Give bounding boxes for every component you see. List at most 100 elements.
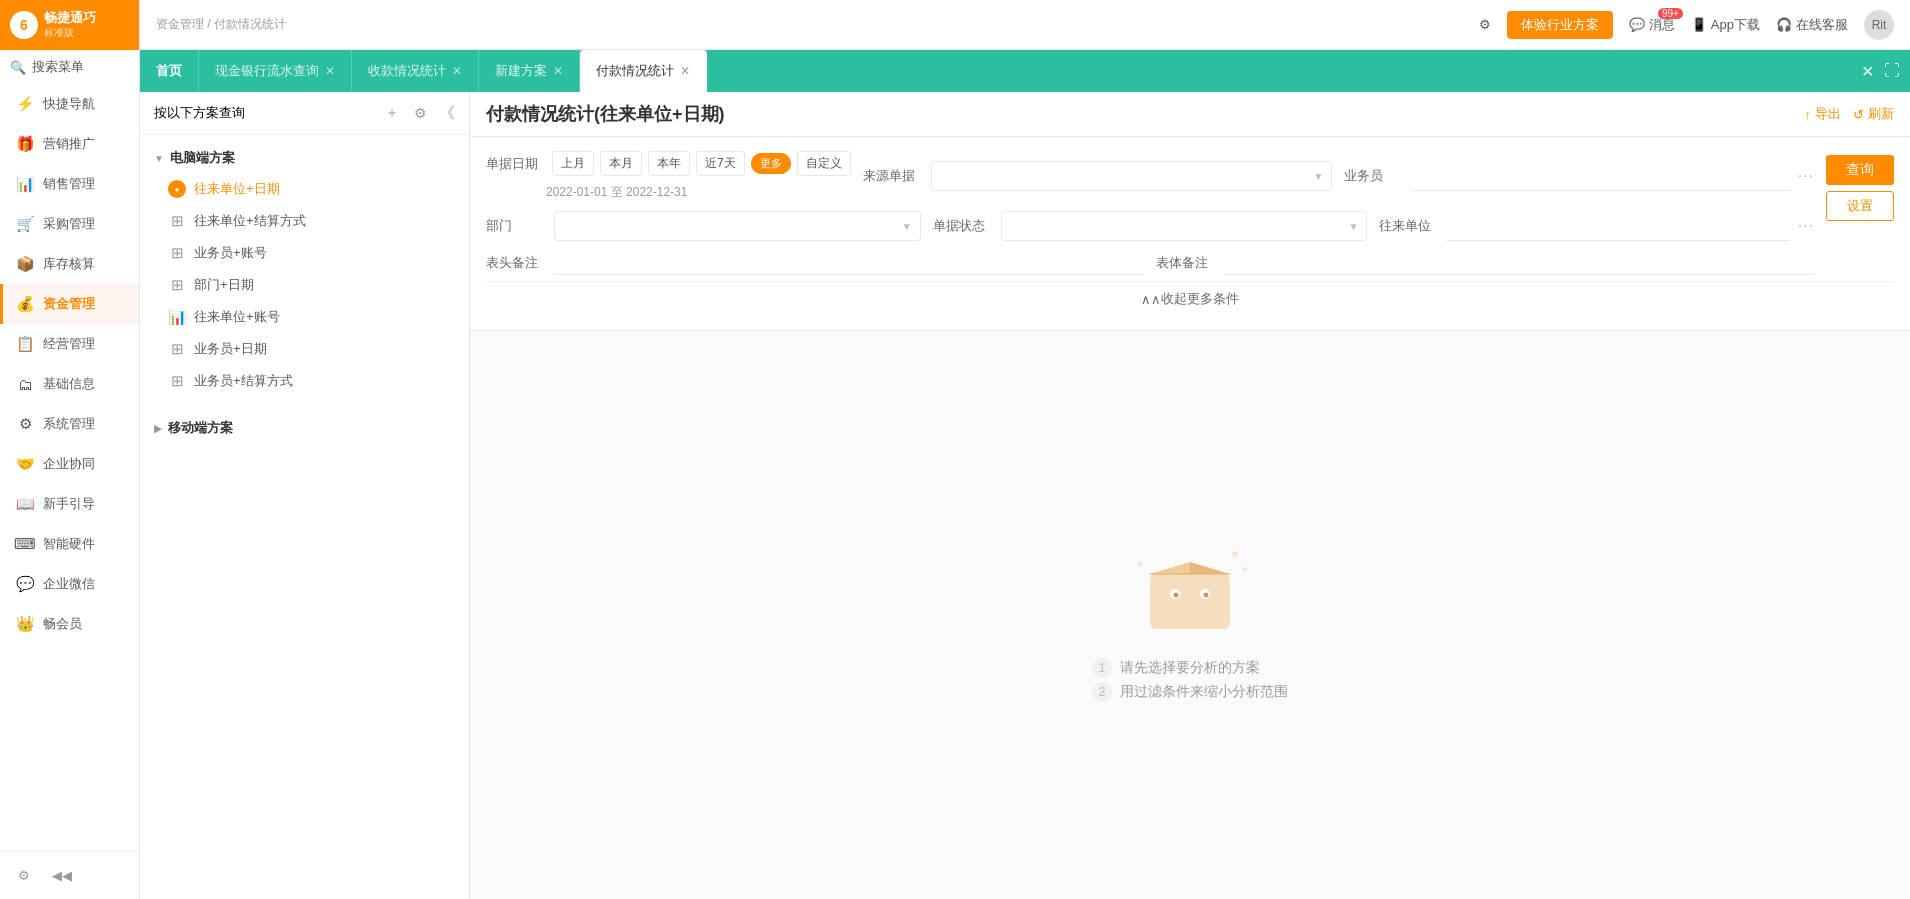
settings-gear-btn[interactable]: ⚙ [1479,17,1491,32]
last-7days-btn[interactable]: 近7天 [696,151,745,176]
counter-dots-btn[interactable]: ··· [1798,217,1814,235]
plan-item-label: 往来单位+结算方式 [194,212,306,230]
tab-maximize-btn[interactable]: ⛶ [1884,62,1900,80]
dept-select[interactable]: ▼ [554,211,921,241]
sidebar-item-label: 智能硬件 [43,535,95,553]
sidebar-item-label: 销售管理 [43,175,95,193]
sidebar-item-member[interactable]: 👑 畅会员 [0,604,139,644]
sidebar-item-quick-nav[interactable]: ⚡ 快捷导航 [0,84,139,124]
topbar: 资金管理 / 付款情况统计 ⚙ 体验行业方案 💬 消息 99+ 📱 App下载 … [140,0,1910,50]
custom-date-btn[interactable]: 自定义 [797,151,851,176]
service-icon: 🎧 [1776,17,1792,32]
sidebar-item-marketing[interactable]: 🎁 营销推广 [0,124,139,164]
plan-item-label: 部门+日期 [194,276,254,294]
topbar-actions: ⚙ 体验行业方案 💬 消息 99+ 📱 App下载 🎧 在线客服 Rit [1479,10,1894,40]
tab-receipt-stats[interactable]: 收款情况统计 ✕ [352,50,479,92]
more-date-btn[interactable]: 更多 [751,153,791,174]
plan-item-counter-account[interactable]: 📊 往来单位+账号 [140,301,469,333]
tab-home-label: 首页 [156,62,182,80]
sidebar-item-enterprise[interactable]: 🤝 企业协同 [0,444,139,484]
sidebar-settings-btn[interactable]: ⚙ [10,861,38,889]
plan-item-salesman-account[interactable]: ⊞ 业务员+账号 [140,237,469,269]
quick-nav-icon: ⚡ [15,94,35,114]
app-download-btn[interactable]: 📱 App下载 [1691,16,1760,34]
sidebar-item-hardware[interactable]: ⌨ 智能硬件 [0,524,139,564]
query-button[interactable]: 查询 [1826,155,1894,185]
counter-input[interactable] [1447,211,1789,241]
app-icon: 📱 [1691,17,1707,32]
tab-bank-flow-close[interactable]: ✕ [325,64,335,78]
source-doc-select[interactable]: ▼ [931,161,1333,191]
tab-home[interactable]: 首页 [140,50,199,92]
source-doc-label: 来源单据 [863,167,923,185]
tab-close-all-btn[interactable]: ✕ [1861,62,1874,81]
last-month-btn[interactable]: 上月 [552,151,594,176]
sidebar-item-wechat[interactable]: 💬 企业微信 [0,564,139,604]
left-panel-header: 按以下方案查询 ＋ ⚙ 《 [140,92,469,135]
sidebar-item-operation[interactable]: 📋 经营管理 [0,324,139,364]
app-label: App下载 [1711,16,1760,34]
search-menu[interactable]: 🔍 搜索菜单 [0,50,139,84]
panel-collapse-btn[interactable]: 《 [439,103,455,124]
plan-item-counter-date[interactable]: ● 往来单位+日期 [140,173,469,205]
sidebar-item-label: 资金管理 [43,295,95,313]
message-icon: 💬 [1629,17,1645,32]
empty-tip-2: 2 用过滤条件来缩小分析范围 [1092,682,1288,702]
inventory-icon: 📦 [15,254,35,274]
plan-grid-icon5: ⊞ [168,372,186,390]
body-note-input[interactable] [1224,251,1814,275]
plan-item-salesman-settle[interactable]: ⊞ 业务员+结算方式 [140,365,469,397]
tab-payment-stats-close[interactable]: ✕ [680,64,690,78]
sidebar-item-finance[interactable]: 💰 资金管理 [0,284,139,324]
tab-receipt-stats-close[interactable]: ✕ [452,64,462,78]
date-range-display: 2022-01-01 至 2022-12-31 [486,184,687,201]
guide-icon: 📖 [15,494,35,514]
pc-plan-section-header[interactable]: ▼ 电脑端方案 [140,143,469,173]
sidebar-item-basic[interactable]: 🗂 基础信息 [0,364,139,404]
doc-status-select[interactable]: ▼ [1001,211,1368,241]
plan-item-salesman-date[interactable]: ⊞ 业务员+日期 [140,333,469,365]
user-avatar[interactable]: Rit [1864,10,1894,40]
tab-payment-stats[interactable]: 付款情况统计 ✕ [580,50,707,92]
plan-item-counter-settle[interactable]: ⊞ 往来单位+结算方式 [140,205,469,237]
sidebar-item-guide[interactable]: 📖 新手引导 [0,484,139,524]
enterprise-icon: 🤝 [15,454,35,474]
this-year-btn[interactable]: 本年 [648,151,690,176]
salesman-input[interactable] [1412,161,1789,191]
tab-bank-flow-label: 现金银行流水查询 [215,62,319,80]
tab-right-btns: ✕ ⛶ [1851,50,1910,92]
plan-item-label: 业务员+日期 [194,340,267,358]
refresh-button[interactable]: ↺ 刷新 [1853,105,1894,123]
sidebar-item-label: 经营管理 [43,335,95,353]
mobile-expand-arrow-icon: ▶ [154,423,162,434]
online-service-btn[interactable]: 🎧 在线客服 [1776,16,1848,34]
message-badge: 99+ [1658,8,1683,19]
finance-icon: 💰 [15,294,35,314]
tab-new-plan[interactable]: 新建方案 ✕ [479,50,580,92]
add-plan-btn[interactable]: ＋ [381,102,403,124]
salesman-dots-btn[interactable]: ··· [1798,167,1814,185]
sidebar-collapse-btn[interactable]: ◀◀ [48,861,76,889]
sidebar-item-inventory[interactable]: 📦 库存核算 [0,244,139,284]
filter-settings-button[interactable]: 设置 [1826,191,1894,221]
manage-plan-btn[interactable]: ⚙ [409,102,431,124]
header-note-input[interactable] [554,251,1144,275]
sidebar-item-purchase[interactable]: 🛒 采购管理 [0,204,139,244]
system-icon: ⚙ [15,414,35,434]
source-doc-arrow-icon: ▼ [1313,171,1323,182]
export-button[interactable]: ↑ 导出 [1805,105,1842,123]
collapse-more-btn[interactable]: ∧∧ 收起更多条件 [486,281,1894,316]
tab-bank-flow[interactable]: 现金银行流水查询 ✕ [199,50,352,92]
industry-plan-button[interactable]: 体验行业方案 [1507,11,1613,39]
wechat-icon: 💬 [15,574,35,594]
sidebar-item-sales[interactable]: 📊 销售管理 [0,164,139,204]
this-month-btn[interactable]: 本月 [600,151,642,176]
sidebar-bottom: ⚙ ◀◀ [0,850,139,899]
sidebar-item-label: 基础信息 [43,375,95,393]
sidebar-item-system[interactable]: ⚙ 系统管理 [0,404,139,444]
doc-status-label: 单据状态 [933,217,993,235]
plan-item-dept-date[interactable]: ⊞ 部门+日期 [140,269,469,301]
mobile-plan-section-header[interactable]: ▶ 移动端方案 [140,413,469,443]
message-btn[interactable]: 💬 消息 99+ [1629,16,1675,34]
tab-new-plan-close[interactable]: ✕ [553,64,563,78]
